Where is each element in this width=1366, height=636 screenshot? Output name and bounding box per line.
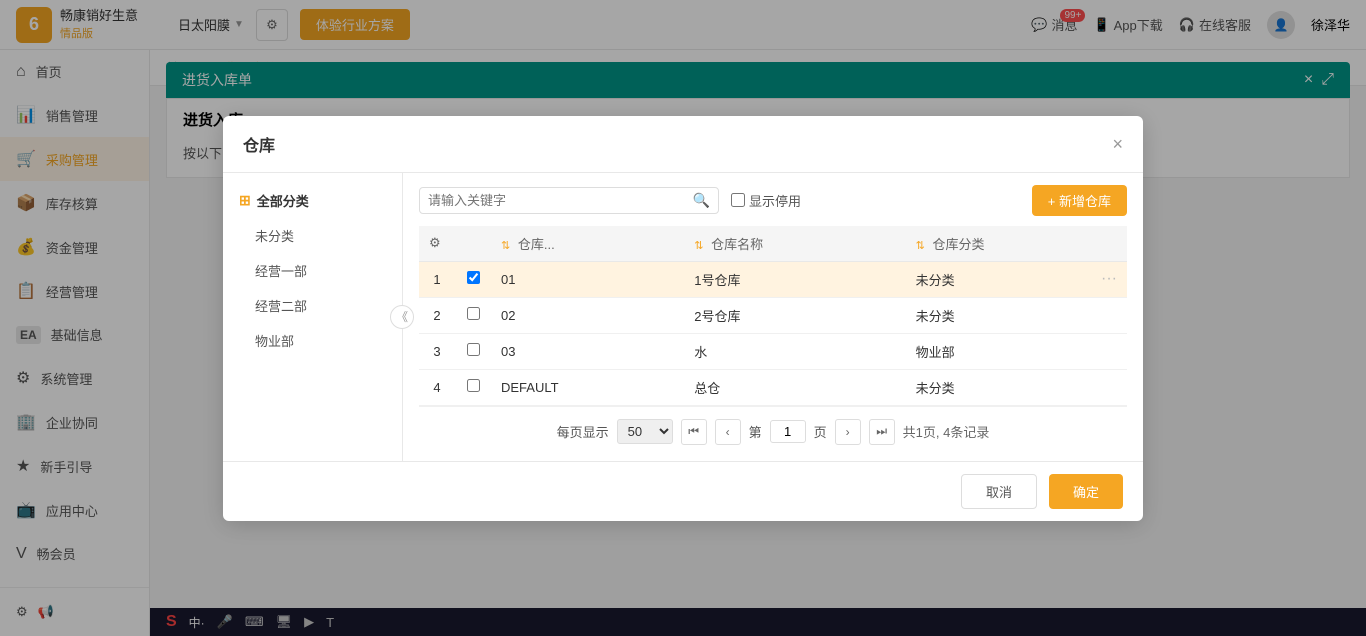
modal-close-button[interactable]: × [1112, 135, 1123, 153]
th-code: ⇅ 仓库... [491, 226, 684, 262]
prev-page-button[interactable]: ‹ [715, 419, 741, 445]
last-page-button[interactable]: ⏭ [869, 419, 895, 445]
all-category-header[interactable]: ⊞ 全部分类 [223, 183, 402, 218]
total-info: 共1页, 4条记录 [903, 422, 990, 441]
category-item-unclassified[interactable]: 未分类 [223, 218, 402, 253]
row-checkbox-cell [455, 297, 491, 333]
row-code: 02 [491, 297, 684, 333]
row-category: 物业部 [906, 333, 1127, 369]
row-code: DEFAULT [491, 369, 684, 405]
row-checkbox[interactable] [467, 379, 480, 392]
row-settings[interactable]: 3 [419, 333, 455, 369]
category-panel: ⊞ 全部分类 未分类 经营一部 经营二部 物业部 《 [223, 173, 403, 461]
row-code: 01 [491, 261, 684, 297]
row-name: 2号仓库 [684, 297, 905, 333]
row-dots-button[interactable]: ··· [1101, 270, 1117, 288]
row-checkbox-cell [455, 261, 491, 297]
row-num-text: 1 [433, 272, 440, 287]
row-checkbox[interactable] [467, 271, 480, 284]
table-row[interactable]: 1 01 1号仓库 未分类··· [419, 261, 1127, 297]
th-name: ⇅ 仓库名称 [684, 226, 905, 262]
row-num-text: 3 [433, 344, 440, 359]
th-check [455, 226, 491, 262]
confirm-button[interactable]: 确定 [1049, 474, 1123, 509]
row-category: 未分类 [906, 369, 1127, 405]
search-input[interactable] [428, 193, 693, 208]
search-icon[interactable]: 🔍 [693, 192, 710, 209]
show-disabled-checkbox[interactable] [731, 193, 745, 207]
modal-title: 仓库 [243, 132, 275, 156]
table-row[interactable]: 3 03 水 物业部 [419, 333, 1127, 369]
row-checkbox-cell [455, 333, 491, 369]
row-num-text: 2 [433, 308, 440, 323]
modal-overlay: 仓库 × ⊞ 全部分类 未分类 经营一部 经营二部 物业部 [0, 0, 1366, 636]
row-settings[interactable]: 1 [419, 261, 455, 297]
table-row[interactable]: 2 02 2号仓库 未分类 [419, 297, 1127, 333]
table-row[interactable]: 4 DEFAULT 总仓 未分类 [419, 369, 1127, 405]
grid-icon: ⊞ [239, 192, 251, 209]
warehouse-table: ⚙ ⇅ 仓库... ⇅ 仓库名称 [419, 226, 1127, 406]
row-checkbox[interactable] [467, 343, 480, 356]
row-settings[interactable]: 2 [419, 297, 455, 333]
category-item-property[interactable]: 物业部 [223, 323, 402, 358]
pagination-bar: 每页显示 50 100 200 ⏮ ‹ 第 页 › [419, 406, 1127, 449]
modal-footer: 取消 确定 [223, 461, 1143, 521]
search-box: 🔍 [419, 187, 719, 214]
row-checkbox[interactable] [467, 307, 480, 320]
collapse-panel-button[interactable]: 《 [390, 305, 414, 329]
modal-body: ⊞ 全部分类 未分类 经营一部 经营二部 物业部 《 [223, 173, 1143, 461]
row-category: 未分类 [906, 297, 1127, 333]
row-name: 1号仓库 [684, 261, 905, 297]
row-category: 未分类··· [906, 261, 1127, 297]
row-name: 水 [684, 333, 905, 369]
table-panel: 🔍 显示停用 + 新增仓库 ⚙ [403, 173, 1143, 461]
table-toolbar: 🔍 显示停用 + 新增仓库 [419, 185, 1127, 216]
row-checkbox-cell [455, 369, 491, 405]
main-layout: ⌂ 首页 📊 销售管理 🛒 采购管理 📦 库存核算 💰 资金管理 📋 经营管理 … [0, 50, 1366, 636]
cancel-button[interactable]: 取消 [961, 474, 1037, 509]
sort-icon-name: ⇅ [694, 240, 703, 252]
next-page-button[interactable]: › [835, 419, 861, 445]
add-warehouse-button[interactable]: + 新增仓库 [1032, 185, 1127, 216]
first-page-button[interactable]: ⏮ [681, 419, 707, 445]
th-gear: ⚙ [419, 226, 455, 262]
warehouse-modal: 仓库 × ⊞ 全部分类 未分类 经营一部 经营二部 物业部 [223, 116, 1143, 521]
modal-header: 仓库 × [223, 116, 1143, 173]
category-item-ops1[interactable]: 经营一部 [223, 253, 402, 288]
th-category: ⇅ 仓库分类 [906, 226, 1127, 262]
sort-icon-code: ⇅ [501, 240, 510, 252]
category-item-ops2[interactable]: 经营二部 [223, 288, 402, 323]
sort-icon-cat: ⇅ [916, 240, 925, 252]
show-disabled-toggle: 显示停用 [731, 191, 801, 210]
table-header-row: ⚙ ⇅ 仓库... ⇅ 仓库名称 [419, 226, 1127, 262]
content-area: 首页 / 进货入库单 进货入库单 × ⤢ 进货入库 按以下 印 导出 刷新 查询… [150, 50, 1366, 636]
row-name: 总仓 [684, 369, 905, 405]
row-num-text: 4 [433, 380, 440, 395]
row-code: 03 [491, 333, 684, 369]
page-size-select[interactable]: 50 100 200 [617, 419, 673, 444]
row-settings[interactable]: 4 [419, 369, 455, 405]
page-number-input[interactable] [770, 420, 806, 443]
